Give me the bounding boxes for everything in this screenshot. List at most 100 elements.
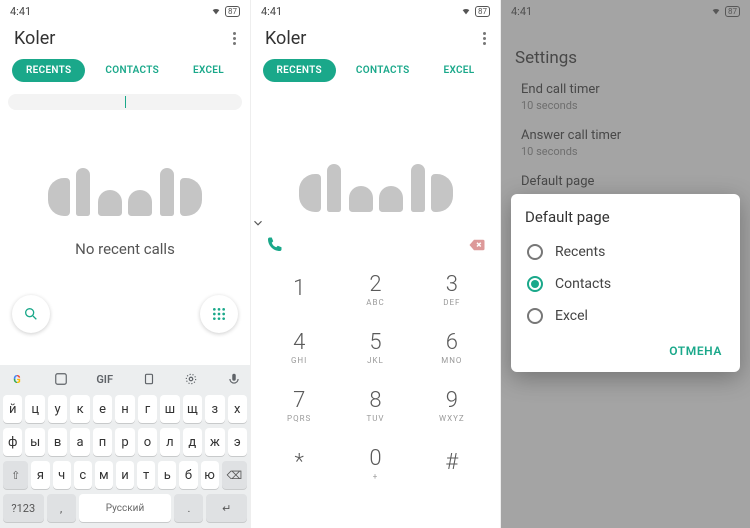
key[interactable]: х bbox=[228, 395, 247, 423]
key[interactable]: н bbox=[115, 395, 134, 423]
tab-contacts[interactable]: CONTACTS bbox=[91, 59, 173, 82]
status-time: 4:41 bbox=[261, 5, 282, 18]
dial-key-star[interactable]: * bbox=[261, 438, 337, 488]
screen-recents: 4:41 87 Koler RECENTS CONTACTS EXCEL No … bbox=[0, 0, 250, 528]
key[interactable]: т bbox=[137, 461, 155, 489]
wifi-icon bbox=[211, 6, 221, 16]
radio-label: Excel bbox=[555, 308, 588, 324]
period-key[interactable]: . bbox=[174, 494, 203, 522]
clipboard-icon[interactable] bbox=[142, 372, 156, 386]
key[interactable]: ц bbox=[25, 395, 44, 423]
key[interactable]: з bbox=[205, 395, 224, 423]
key[interactable]: в bbox=[48, 428, 67, 456]
dial-key-4[interactable]: 4GHI bbox=[261, 322, 337, 372]
key[interactable]: г bbox=[138, 395, 157, 423]
tabs: RECENTS CONTACTS EXCEL bbox=[251, 51, 500, 92]
status-time: 4:41 bbox=[10, 5, 31, 18]
key[interactable]: л bbox=[160, 428, 179, 456]
key[interactable]: э bbox=[228, 428, 247, 456]
keyboard-row-2: ф ы в а п р о л д ж э bbox=[3, 428, 247, 456]
overflow-menu-button[interactable] bbox=[233, 32, 236, 45]
key[interactable]: к bbox=[70, 395, 89, 423]
default-page-dialog: Default page Recents Contacts Excel ОТМЕ… bbox=[511, 194, 740, 372]
empty-state-text: No recent calls bbox=[0, 240, 250, 258]
dial-backspace[interactable] bbox=[468, 236, 486, 254]
key[interactable]: ф bbox=[3, 428, 22, 456]
status-bar: 4:41 87 bbox=[251, 0, 500, 22]
dial-key-5[interactable]: 5JKL bbox=[337, 322, 413, 372]
status-icons: 87 bbox=[211, 6, 240, 17]
dialpad-button[interactable] bbox=[200, 295, 238, 333]
cancel-button[interactable]: ОТМЕНА bbox=[665, 338, 726, 364]
sticker-icon[interactable] bbox=[54, 372, 68, 386]
dial-key-8[interactable]: 8TUV bbox=[337, 380, 413, 430]
key[interactable]: е bbox=[93, 395, 112, 423]
shift-key[interactable]: ⇧ bbox=[3, 461, 28, 489]
backspace-key[interactable]: ⌫ bbox=[222, 461, 247, 489]
tab-recents[interactable]: RECENTS bbox=[12, 59, 85, 82]
dial-key-0[interactable]: 0+ bbox=[337, 438, 413, 488]
key[interactable]: б bbox=[179, 461, 197, 489]
tab-contacts[interactable]: CONTACTS bbox=[342, 59, 424, 82]
titlebar: Koler bbox=[0, 22, 250, 51]
app-title: Koler bbox=[14, 28, 55, 49]
key[interactable]: р bbox=[115, 428, 134, 456]
radio-icon bbox=[527, 276, 543, 292]
space-key[interactable]: Русский bbox=[79, 494, 172, 522]
radio-option-contacts[interactable]: Contacts bbox=[525, 268, 726, 300]
key[interactable]: м bbox=[95, 461, 113, 489]
enter-key[interactable]: ↵ bbox=[206, 494, 247, 522]
backspace-icon bbox=[468, 236, 486, 254]
key[interactable]: с bbox=[74, 461, 92, 489]
dial-key-7[interactable]: 7PQRS bbox=[261, 380, 337, 430]
dial-key-6[interactable]: 6MNO bbox=[414, 322, 490, 372]
google-icon[interactable]: G bbox=[9, 371, 25, 387]
key[interactable]: ь bbox=[158, 461, 176, 489]
tab-excel[interactable]: EXCEL bbox=[179, 59, 238, 82]
battery-icon: 87 bbox=[475, 6, 490, 17]
screen-settings-dialog: 4:41 87 Settings End call timer 10 secon… bbox=[500, 0, 750, 528]
key[interactable]: и bbox=[116, 461, 134, 489]
gear-icon[interactable] bbox=[184, 372, 198, 386]
radio-icon bbox=[527, 244, 543, 260]
overflow-menu-button[interactable] bbox=[483, 32, 486, 45]
symbols-key[interactable]: ?123 bbox=[3, 494, 44, 522]
key[interactable]: ы bbox=[25, 428, 44, 456]
dial-key-9[interactable]: 9WXYZ bbox=[414, 380, 490, 430]
key[interactable]: п bbox=[93, 428, 112, 456]
gif-button[interactable]: GIF bbox=[96, 373, 113, 386]
keyboard-toolbar: G GIF bbox=[3, 369, 247, 390]
dial-key-3[interactable]: 3DEF bbox=[414, 264, 490, 314]
key[interactable]: ж bbox=[205, 428, 224, 456]
key[interactable]: у bbox=[48, 395, 67, 423]
key[interactable]: й bbox=[3, 395, 22, 423]
radio-label: Contacts bbox=[555, 276, 611, 292]
search-input[interactable] bbox=[8, 94, 242, 110]
dialpad-icon bbox=[211, 306, 227, 322]
keyboard-row-3: ⇧ я ч с м и т ь б ю ⌫ bbox=[3, 461, 247, 489]
key[interactable]: д bbox=[183, 428, 202, 456]
key[interactable]: ч bbox=[53, 461, 71, 489]
comma-key[interactable]: , bbox=[47, 494, 76, 522]
key[interactable]: о bbox=[138, 428, 157, 456]
radio-option-excel[interactable]: Excel bbox=[525, 300, 726, 332]
key[interactable]: я bbox=[31, 461, 49, 489]
status-bar: 4:41 87 bbox=[0, 0, 250, 22]
dial-key-hash[interactable]: # bbox=[414, 438, 490, 488]
search-button[interactable] bbox=[12, 295, 50, 333]
wifi-icon bbox=[461, 6, 471, 16]
radio-icon bbox=[527, 308, 543, 324]
tab-excel[interactable]: EXCEL bbox=[430, 59, 489, 82]
dial-input-row bbox=[251, 230, 500, 256]
key[interactable]: а bbox=[70, 428, 89, 456]
call-button[interactable] bbox=[265, 236, 283, 254]
mic-icon[interactable] bbox=[227, 372, 241, 386]
collapse-chevron[interactable] bbox=[251, 216, 500, 230]
key[interactable]: ш bbox=[160, 395, 179, 423]
dial-key-1[interactable]: 1 bbox=[261, 264, 337, 314]
tab-recents[interactable]: RECENTS bbox=[263, 59, 336, 82]
key[interactable]: щ bbox=[183, 395, 202, 423]
dial-key-2[interactable]: 2ABC bbox=[337, 264, 413, 314]
radio-option-recents[interactable]: Recents bbox=[525, 236, 726, 268]
key[interactable]: ю bbox=[201, 461, 219, 489]
